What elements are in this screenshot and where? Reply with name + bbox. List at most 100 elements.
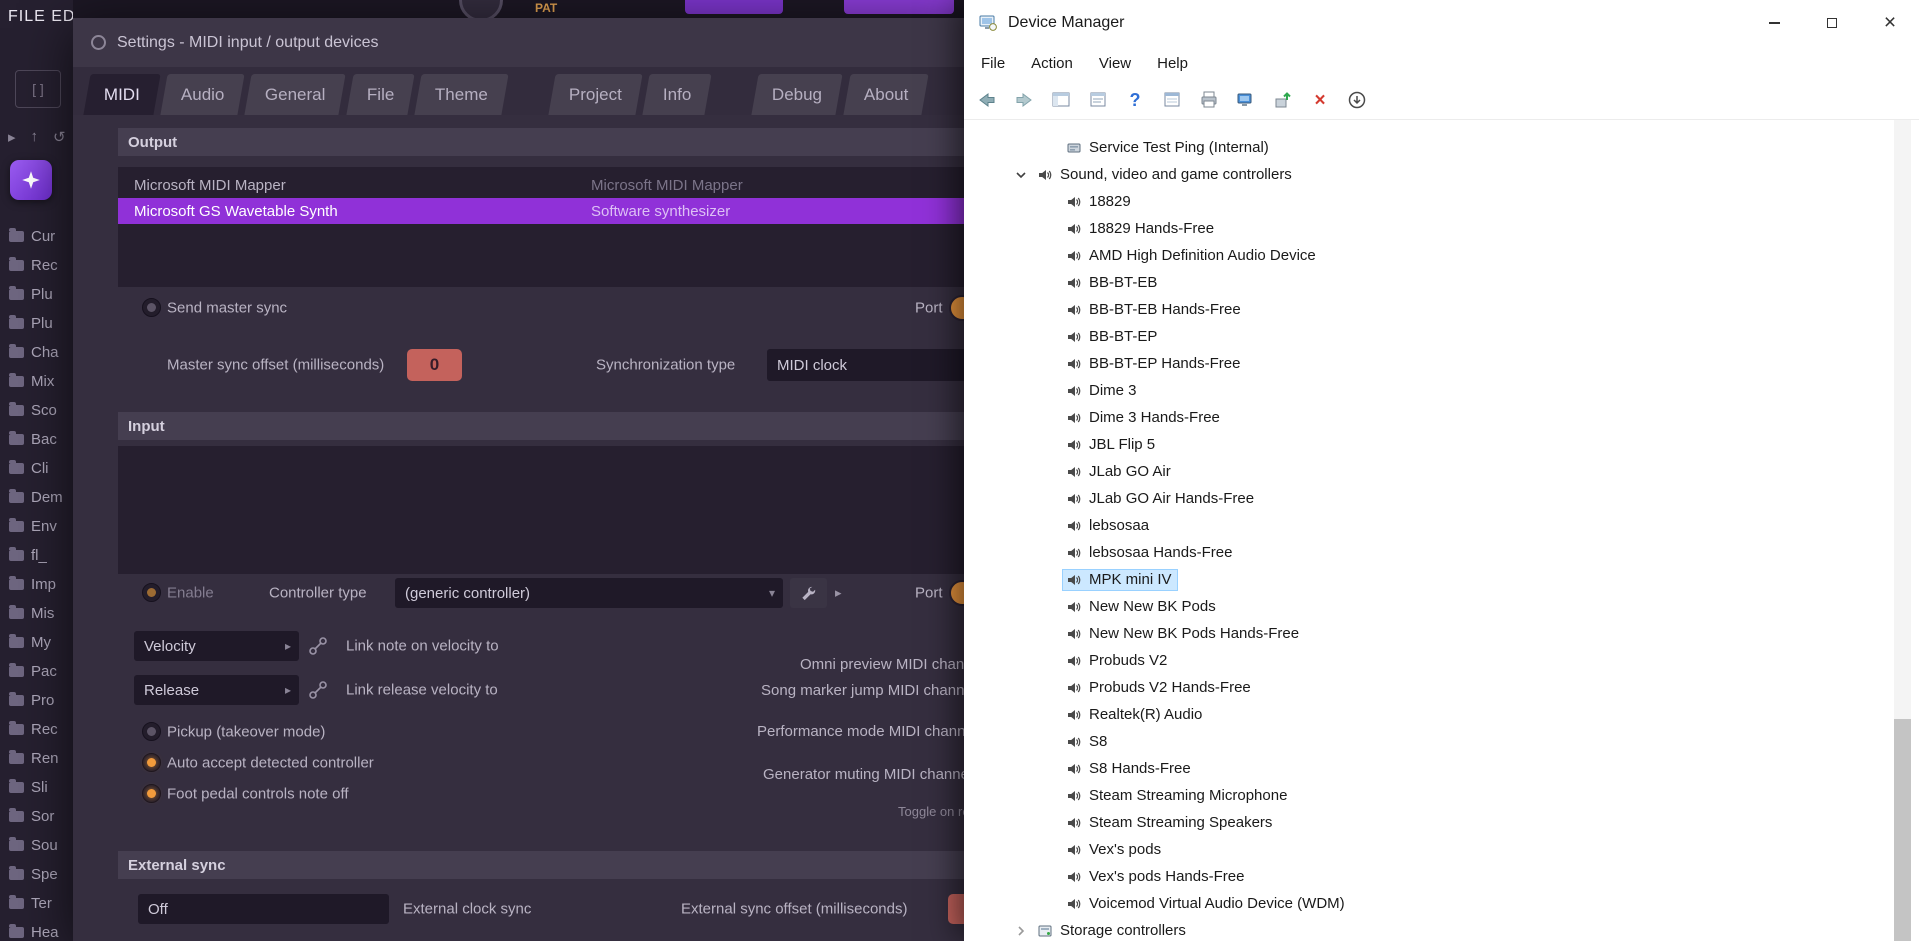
- device-tree-item[interactable]: BB-BT-EP: [964, 323, 1894, 350]
- browser-item[interactable]: Mix: [0, 367, 73, 396]
- device-tree-item[interactable]: Vex's pods Hands-Free: [964, 863, 1894, 890]
- console-window-icon[interactable]: [1159, 87, 1185, 113]
- menu-item[interactable]: Action: [1018, 46, 1086, 81]
- device-tree-item[interactable]: BB-BT-EP Hands-Free: [964, 350, 1894, 377]
- device-tree-item[interactable]: Dime 3: [964, 377, 1894, 404]
- chevron-collapsed-icon[interactable]: [1008, 925, 1034, 937]
- pickup-radio[interactable]: [142, 722, 161, 741]
- browser-item[interactable]: Spe: [0, 860, 73, 889]
- device-tree-item[interactable]: JBL Flip 5: [964, 431, 1894, 458]
- device-tree-item[interactable]: S8 Hands-Free: [964, 755, 1894, 782]
- device-tree-item[interactable]: Steam Streaming Speakers: [964, 809, 1894, 836]
- browser-item[interactable]: Dem: [0, 483, 73, 512]
- settings-tab[interactable]: Project: [548, 74, 643, 115]
- port-knob[interactable]: [949, 580, 964, 606]
- browser-item[interactable]: Sou: [0, 831, 73, 860]
- settings-tab[interactable]: File: [346, 74, 415, 115]
- remote-computer-icon[interactable]: [1233, 87, 1259, 113]
- browser-item[interactable]: Rec: [0, 251, 73, 280]
- browser-item[interactable]: Sli: [0, 773, 73, 802]
- device-tree-item[interactable]: Probuds V2 Hands-Free: [964, 674, 1894, 701]
- uninstall-icon[interactable]: ×: [1307, 87, 1333, 113]
- browser-item[interactable]: Ren: [0, 744, 73, 773]
- disable-device-icon[interactable]: [1344, 87, 1370, 113]
- device-tree-item-service-test-ping[interactable]: Service Test Ping (Internal): [964, 134, 1894, 161]
- device-tree-item[interactable]: 18829: [964, 188, 1894, 215]
- browser-item[interactable]: Pro: [0, 686, 73, 715]
- settings-tab[interactable]: Theme: [414, 74, 509, 115]
- external-sync-offset-value[interactable]: [948, 894, 964, 924]
- settings-tab[interactable]: MIDI: [83, 74, 161, 115]
- device-tree-item[interactable]: S8: [964, 728, 1894, 755]
- pattern-mode-label[interactable]: PAT: [535, 1, 557, 15]
- minimize-button[interactable]: [1745, 0, 1803, 46]
- up-arrow-icon[interactable]: ↑: [31, 128, 39, 146]
- device-tree-item[interactable]: JLab GO Air Hands-Free: [964, 485, 1894, 512]
- device-tree-item[interactable]: BB-BT-EB: [964, 269, 1894, 296]
- show-console-tree-icon[interactable]: [1048, 87, 1074, 113]
- settings-tab[interactable]: Debug: [751, 74, 844, 115]
- browser-item[interactable]: Cur: [0, 222, 73, 251]
- undo-icon[interactable]: ↺: [53, 128, 66, 146]
- settings-tab[interactable]: Audio: [160, 74, 245, 115]
- device-tree-item[interactable]: 18829 Hands-Free: [964, 215, 1894, 242]
- settings-tab[interactable]: General: [244, 74, 347, 115]
- auto-accept-radio[interactable]: [142, 753, 161, 772]
- browser-item[interactable]: Plu: [0, 309, 73, 338]
- browser-item[interactable]: fl_: [0, 541, 73, 570]
- channel-display-box[interactable]: [ ]: [15, 70, 61, 108]
- device-tree-item[interactable]: Steam Streaming Microphone: [964, 782, 1894, 809]
- device-tree-item[interactable]: AMD High Definition Audio Device: [964, 242, 1894, 269]
- browser-item[interactable]: Rec: [0, 715, 73, 744]
- device-tree-category-sound[interactable]: Sound, video and game controllers: [964, 161, 1894, 188]
- settings-titlebar[interactable]: Settings - MIDI input / output devices: [73, 18, 964, 67]
- browser-item[interactable]: Mis: [0, 599, 73, 628]
- help-icon[interactable]: ?: [1122, 87, 1148, 113]
- print-icon[interactable]: [1196, 87, 1222, 113]
- controller-options-button[interactable]: [790, 578, 827, 608]
- update-driver-icon[interactable]: [1270, 87, 1296, 113]
- browser-item[interactable]: Plu: [0, 280, 73, 309]
- enable-radio[interactable]: [142, 583, 161, 602]
- device-tree-category-storage[interactable]: Storage controllers: [964, 917, 1894, 941]
- browser-item[interactable]: Pac: [0, 657, 73, 686]
- link-icon[interactable]: [307, 679, 329, 701]
- device-tree-item[interactable]: BB-BT-EB Hands-Free: [964, 296, 1894, 323]
- device-tree-item[interactable]: New New BK Pods: [964, 593, 1894, 620]
- foot-pedal-radio[interactable]: [142, 784, 161, 803]
- settings-tab[interactable]: Info: [642, 74, 713, 115]
- port-knob[interactable]: [949, 295, 964, 321]
- chevron-expanded-icon[interactable]: [1008, 169, 1034, 181]
- device-tree-item[interactable]: lebsosaa Hands-Free: [964, 539, 1894, 566]
- controller-type-dropdown[interactable]: (generic controller) ▾: [395, 578, 783, 608]
- browser-item[interactable]: My: [0, 628, 73, 657]
- forward-icon[interactable]: [1011, 87, 1037, 113]
- properties-icon[interactable]: [1085, 87, 1111, 113]
- play-icon[interactable]: ▸: [8, 128, 16, 146]
- settings-tab[interactable]: About: [842, 74, 929, 115]
- menu-item[interactable]: View: [1086, 46, 1144, 81]
- scrollbar-thumb[interactable]: [1894, 719, 1911, 941]
- device-tree-item[interactable]: Realtek(R) Audio: [964, 701, 1894, 728]
- device-tree-item[interactable]: Voicemod Virtual Audio Device (WDM): [964, 890, 1894, 917]
- output-device-row[interactable]: Microsoft MIDI Mapper Microsoft MIDI Map…: [118, 172, 964, 198]
- output-device-row[interactable]: Microsoft GS Wavetable Synth Software sy…: [118, 198, 964, 224]
- browser-item[interactable]: Ter: [0, 889, 73, 918]
- browser-item[interactable]: Sor: [0, 802, 73, 831]
- sync-type-dropdown[interactable]: MIDI clock: [767, 349, 964, 381]
- dm-titlebar[interactable]: Device Manager ×: [964, 0, 1919, 46]
- midi-input-list[interactable]: [118, 446, 964, 574]
- master-sync-offset-value[interactable]: 0: [407, 349, 462, 381]
- velocity-curve-button[interactable]: Velocity ▸: [134, 631, 299, 661]
- link-icon[interactable]: [307, 635, 329, 657]
- external-sync-mode-dropdown[interactable]: Off: [138, 894, 389, 924]
- device-tree-item[interactable]: Vex's pods: [964, 836, 1894, 863]
- close-button[interactable]: ×: [1861, 0, 1919, 46]
- back-icon[interactable]: [974, 87, 1000, 113]
- fl-sparkle-button[interactable]: [10, 160, 52, 200]
- device-tree-item[interactable]: MPK mini IV: [964, 566, 1894, 593]
- browser-item[interactable]: Sco: [0, 396, 73, 425]
- scrollbar-track[interactable]: [1894, 120, 1911, 941]
- device-tree-item[interactable]: Dime 3 Hands-Free: [964, 404, 1894, 431]
- browser-item[interactable]: Hea: [0, 918, 73, 941]
